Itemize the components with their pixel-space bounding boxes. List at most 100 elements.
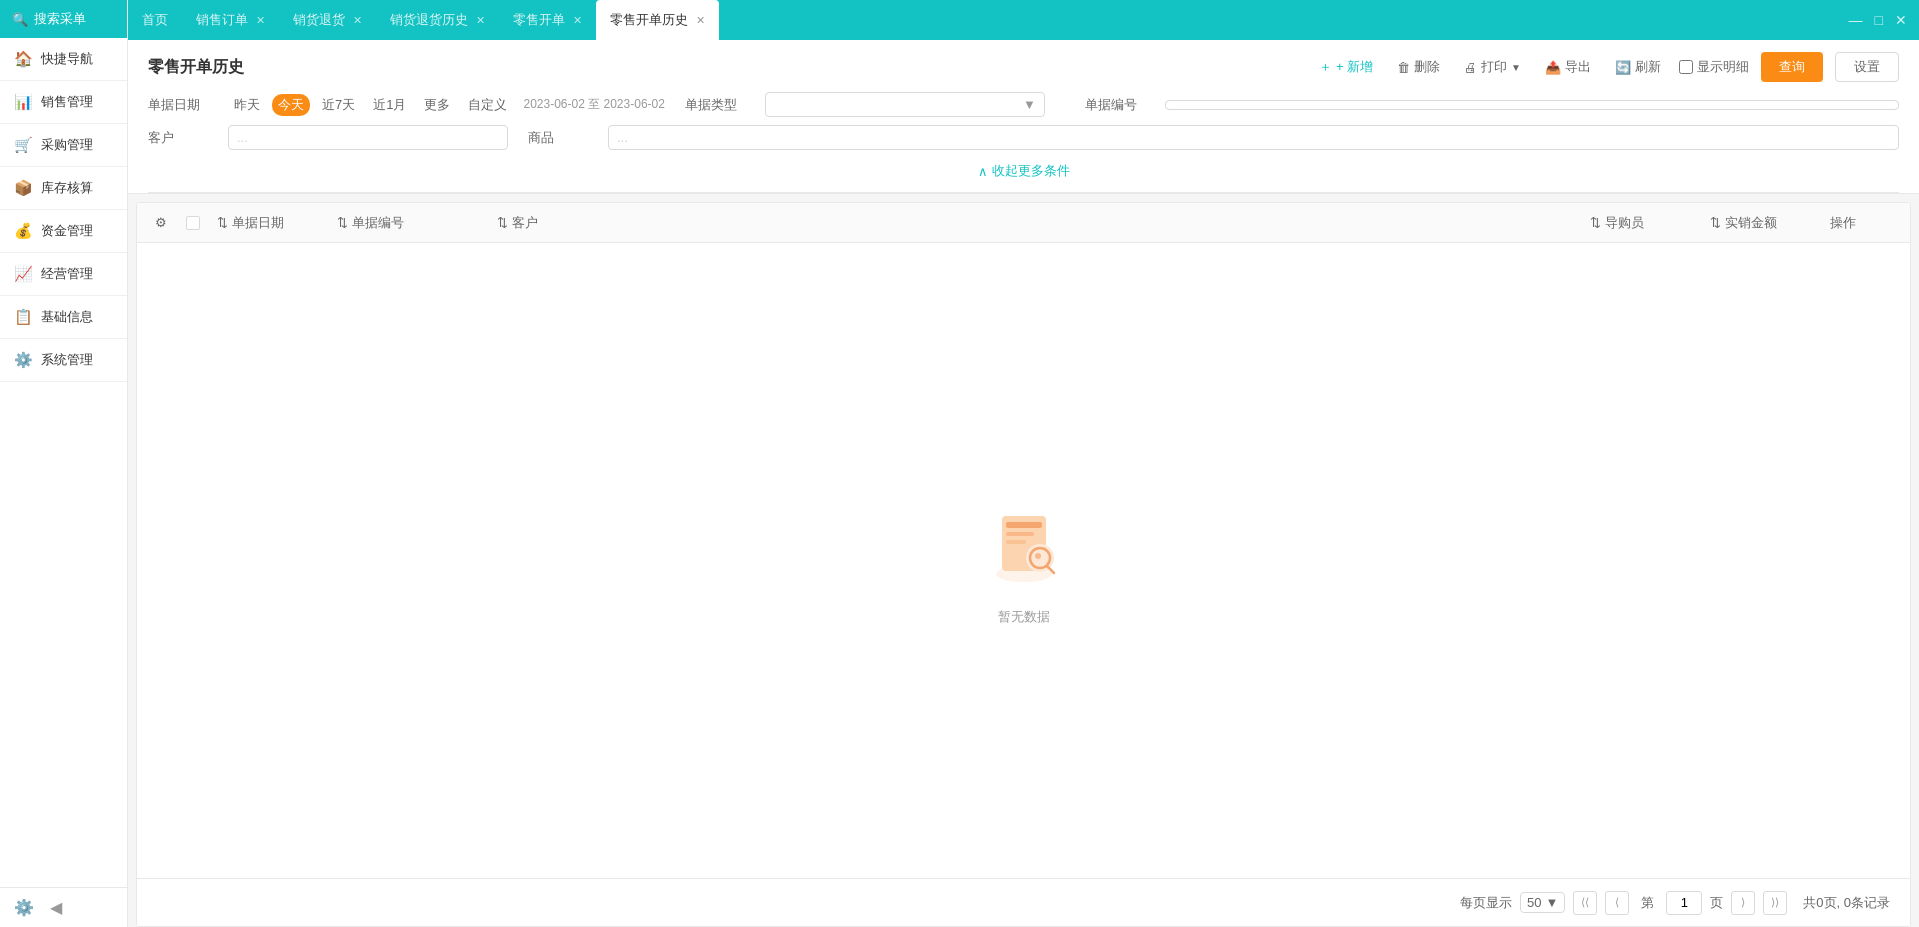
doc-num-label: 单据编号: [1085, 96, 1145, 114]
tab-sales-order[interactable]: 销售订单 ✕: [182, 0, 279, 40]
th-amount-label: 实销金额: [1725, 214, 1777, 232]
window-close-icon[interactable]: ✕: [1895, 12, 1907, 28]
query-button[interactable]: 查询: [1761, 52, 1823, 82]
sidebar-item-label: 快捷导航: [41, 50, 93, 68]
refresh-button[interactable]: 🔄 刷新: [1609, 54, 1667, 80]
th-amount[interactable]: ⇅ 实销金额: [1702, 214, 1822, 232]
next-page-button[interactable]: ⟩: [1731, 891, 1755, 915]
date-more[interactable]: 更多: [418, 94, 456, 116]
page-size-select[interactable]: 50 ▼: [1520, 892, 1565, 913]
svg-rect-4: [1006, 540, 1026, 544]
filter-row-1: 单据日期 昨天 今天 近7天 近1月 更多 自定义 2023-06-02 至 2…: [148, 92, 1899, 117]
th-date-label: 单据日期: [232, 214, 284, 232]
sidebar-item-base-info[interactable]: 📋 基础信息: [0, 296, 127, 339]
search-icon: 🔍: [12, 12, 28, 27]
tab-sales-return-history-label: 销货退货历史: [390, 11, 468, 29]
tab-retail-open-history[interactable]: 零售开单历史 ✕: [596, 0, 719, 40]
refresh-icon: 🔄: [1615, 60, 1631, 75]
doc-num-input[interactable]: [1165, 100, 1899, 110]
sidebar-item-quick-nav[interactable]: 🏠 快捷导航: [0, 38, 127, 81]
tab-sales-return-label: 销货退货: [293, 11, 345, 29]
tab-home-label: 首页: [142, 11, 168, 29]
select-all-checkbox[interactable]: [177, 216, 209, 230]
show-detail-checkbox[interactable]: [1679, 60, 1693, 74]
collapse-sidebar-icon[interactable]: ◀: [50, 898, 62, 917]
add-icon: ＋: [1319, 58, 1332, 76]
th-num-sort-icon: ⇅: [337, 215, 348, 230]
sidebar-item-finance[interactable]: 💰 资金管理: [0, 210, 127, 253]
delete-icon: 🗑: [1397, 60, 1410, 75]
date-yesterday[interactable]: 昨天: [228, 94, 266, 116]
sidebar-item-sales-mgmt[interactable]: 📊 销售管理: [0, 81, 127, 124]
column-settings-button[interactable]: ⚙: [145, 215, 177, 230]
th-guide[interactable]: ⇅ 导购员: [1582, 214, 1702, 232]
window-minimize-icon[interactable]: —: [1849, 12, 1863, 28]
page-title-row: 零售开单历史 ＋ + 新增 🗑 删除 🖨 打印 ▼: [148, 52, 1899, 82]
client-placeholder: ...: [237, 130, 248, 145]
settings-bottom-icon[interactable]: ⚙️: [14, 898, 34, 917]
tab-retail-open-label: 零售开单: [513, 11, 565, 29]
client-input[interactable]: ...: [228, 125, 508, 150]
th-client-label: 客户: [512, 214, 538, 232]
add-button[interactable]: ＋ + 新增: [1313, 54, 1379, 80]
pagination: 每页显示 50 ▼ ⟨⟨ ⟨ 第 页 ⟩ ⟩⟩ 共0页, 0条记录: [137, 878, 1910, 926]
table-header: ⚙ ⇅ 单据日期 ⇅ 单据编号 ⇅ 客户 ⇅ 导购员: [137, 203, 1910, 243]
export-button[interactable]: 📤 导出: [1539, 54, 1597, 80]
date-today[interactable]: 今天: [272, 94, 310, 116]
first-page-button[interactable]: ⟨⟨: [1573, 891, 1597, 915]
date-7days[interactable]: 近7天: [316, 94, 361, 116]
date-shortcuts: 昨天 今天 近7天 近1月 更多 自定义 2023-06-02 至 2023-0…: [228, 94, 665, 116]
sidebar-item-label: 系统管理: [41, 351, 93, 369]
filter-area: 单据日期 昨天 今天 近7天 近1月 更多 自定义 2023-06-02 至 2…: [148, 92, 1899, 193]
prev-page-button[interactable]: ⟨: [1605, 891, 1629, 915]
sidebar-search[interactable]: 🔍 搜索采单: [0, 0, 127, 38]
doc-type-select[interactable]: ▼: [765, 92, 1045, 117]
page-size-value: 50: [1527, 895, 1541, 910]
sidebar-item-purchase-mgmt[interactable]: 🛒 采购管理: [0, 124, 127, 167]
date-custom[interactable]: 自定义: [462, 94, 513, 116]
last-page-button[interactable]: ⟩⟩: [1763, 891, 1787, 915]
print-icon: 🖨: [1464, 60, 1477, 75]
tab-sales-order-label: 销售订单: [196, 11, 248, 29]
page-number-input[interactable]: [1666, 891, 1702, 915]
svg-rect-2: [1006, 522, 1042, 528]
collapse-more-conditions[interactable]: ∧ 收起更多条件: [148, 158, 1899, 184]
toolbar: ＋ + 新增 🗑 删除 🖨 打印 ▼ 📤 导出: [1313, 52, 1899, 82]
page-title: 零售开单历史: [148, 57, 244, 78]
tab-sales-order-close[interactable]: ✕: [256, 14, 265, 27]
th-action-label: 操作: [1830, 214, 1856, 232]
sidebar-item-operations[interactable]: 📈 经营管理: [0, 253, 127, 296]
setting-button[interactable]: 设置: [1835, 52, 1899, 82]
tab-sales-return-history-close[interactable]: ✕: [476, 14, 485, 27]
th-amount-sort-icon: ⇅: [1710, 215, 1721, 230]
tab-home[interactable]: 首页: [128, 0, 182, 40]
goods-input[interactable]: ...: [608, 125, 1899, 150]
th-num[interactable]: ⇅ 单据编号: [329, 214, 489, 232]
svg-point-8: [1035, 553, 1041, 559]
tab-retail-open-close[interactable]: ✕: [573, 14, 582, 27]
print-dropdown-icon: ▼: [1511, 62, 1521, 73]
empty-text: 暂无数据: [998, 608, 1050, 626]
window-maximize-icon[interactable]: □: [1875, 12, 1883, 28]
sidebar-item-inventory[interactable]: 📦 库存核算: [0, 167, 127, 210]
tab-sales-return[interactable]: 销货退货 ✕: [279, 0, 376, 40]
sidebar-item-sys-mgmt[interactable]: ⚙️ 系统管理: [0, 339, 127, 382]
delete-button[interactable]: 🗑 删除: [1391, 54, 1446, 80]
tab-sales-return-history[interactable]: 销货退货历史 ✕: [376, 0, 499, 40]
content-area: 零售开单历史 ＋ + 新增 🗑 删除 🖨 打印 ▼: [128, 40, 1919, 927]
collapse-icon: ∧: [978, 164, 988, 179]
quick-nav-icon: 🏠: [14, 50, 33, 68]
client-label: 客户: [148, 129, 208, 147]
table-area: ⚙ ⇅ 单据日期 ⇅ 单据编号 ⇅ 客户 ⇅ 导购员: [136, 202, 1911, 927]
page-label: 页: [1710, 894, 1723, 912]
show-detail-toggle[interactable]: 显示明细: [1679, 58, 1749, 76]
th-date[interactable]: ⇅ 单据日期: [209, 214, 329, 232]
goods-placeholder: ...: [617, 130, 628, 145]
sys-mgmt-icon: ⚙️: [14, 351, 33, 369]
tab-retail-open[interactable]: 零售开单 ✕: [499, 0, 596, 40]
print-button[interactable]: 🖨 打印 ▼: [1458, 54, 1527, 80]
tab-retail-open-history-close[interactable]: ✕: [696, 14, 705, 27]
date-1month[interactable]: 近1月: [367, 94, 412, 116]
th-client[interactable]: ⇅ 客户: [489, 214, 1582, 232]
tab-sales-return-close[interactable]: ✕: [353, 14, 362, 27]
